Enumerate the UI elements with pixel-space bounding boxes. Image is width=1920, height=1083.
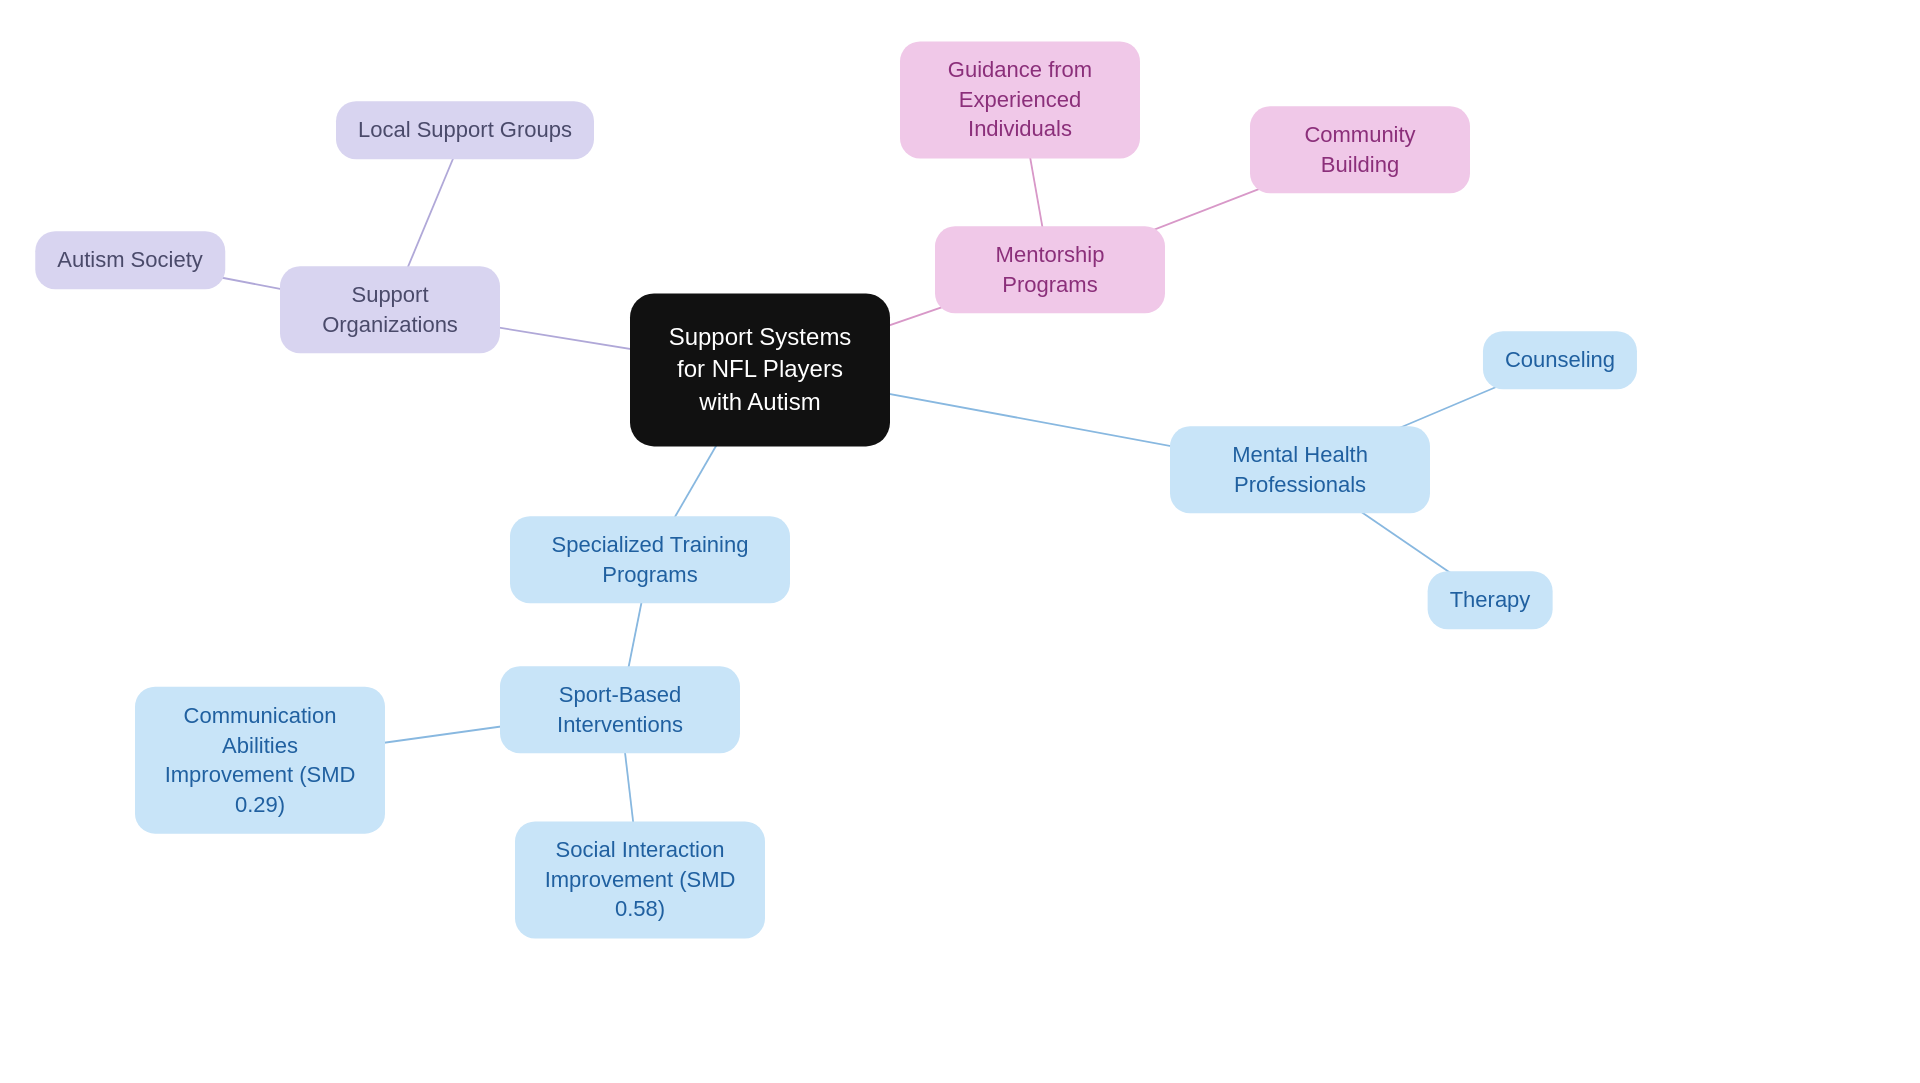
- social-interaction-node: Social Interaction Improvement (SMD 0.58…: [515, 821, 765, 938]
- community-node: Community Building: [1250, 106, 1470, 193]
- counseling-node: Counseling: [1483, 331, 1637, 389]
- autism-society-node: Autism Society: [35, 231, 225, 289]
- guidance-node: Guidance from Experienced Individuals: [900, 41, 1140, 158]
- mentorship-node: Mentorship Programs: [935, 226, 1165, 313]
- mind-map: Support Systems for NFL Players with Aut…: [0, 0, 1920, 1083]
- center-node: Support Systems for NFL Players with Aut…: [630, 293, 890, 446]
- communication-node: Communication Abilities Improvement (SMD…: [135, 687, 385, 834]
- sport-based-node: Sport-Based Interventions: [500, 666, 740, 753]
- connections-svg: [0, 0, 1920, 1083]
- support-orgs-node: Support Organizations: [280, 266, 500, 353]
- mental-health-node: Mental Health Professionals: [1170, 426, 1430, 513]
- local-support-node: Local Support Groups: [336, 101, 594, 159]
- therapy-node: Therapy: [1428, 571, 1553, 629]
- specialized-training-node: Specialized Training Programs: [510, 516, 790, 603]
